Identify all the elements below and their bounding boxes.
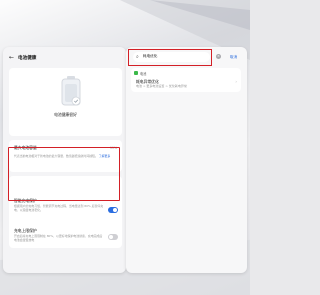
back-arrow-icon[interactable]: ←: [9, 54, 14, 61]
clear-icon[interactable]: ×: [216, 54, 221, 59]
highlight-box-search: [128, 49, 212, 66]
battery-category-icon: [134, 71, 138, 75]
battery-status-card: 电池健康很好: [9, 68, 122, 136]
charge-limit-toggle[interactable]: [108, 234, 118, 240]
result-path: 电池 > 更多电池设置 > 优化耗电异常: [136, 84, 187, 88]
result-category: 电池: [140, 71, 147, 76]
search-panel: 电池 耗电异常优化 电池 > 更多电池设置 > 优化耗电异常 ›: [126, 47, 247, 273]
charge-limit-desc: 开启后将充电上限限制在 80%，以更好地保护电池健康，充电完成后电池会缓慢放电: [14, 234, 103, 242]
smart-charge-toggle[interactable]: [108, 207, 118, 213]
cancel-button[interactable]: 取消: [230, 55, 237, 60]
smart-charge-desc: 根据用户的充电习惯，智能调节充电过程，当电量达到 80% 后暂停充电，以延缓电池…: [14, 204, 104, 212]
battery-status-text: 电池健康很好: [54, 112, 77, 117]
search-result-card[interactable]: 电池 耗电异常优化 电池 > 更多电池设置 > 优化耗电异常 ›: [131, 68, 241, 92]
chevron-right-icon: ›: [235, 79, 237, 84]
highlight-box-smart-charge: [8, 147, 120, 201]
page-title: 电池健康: [18, 56, 37, 61]
battery-icon: [61, 76, 81, 106]
